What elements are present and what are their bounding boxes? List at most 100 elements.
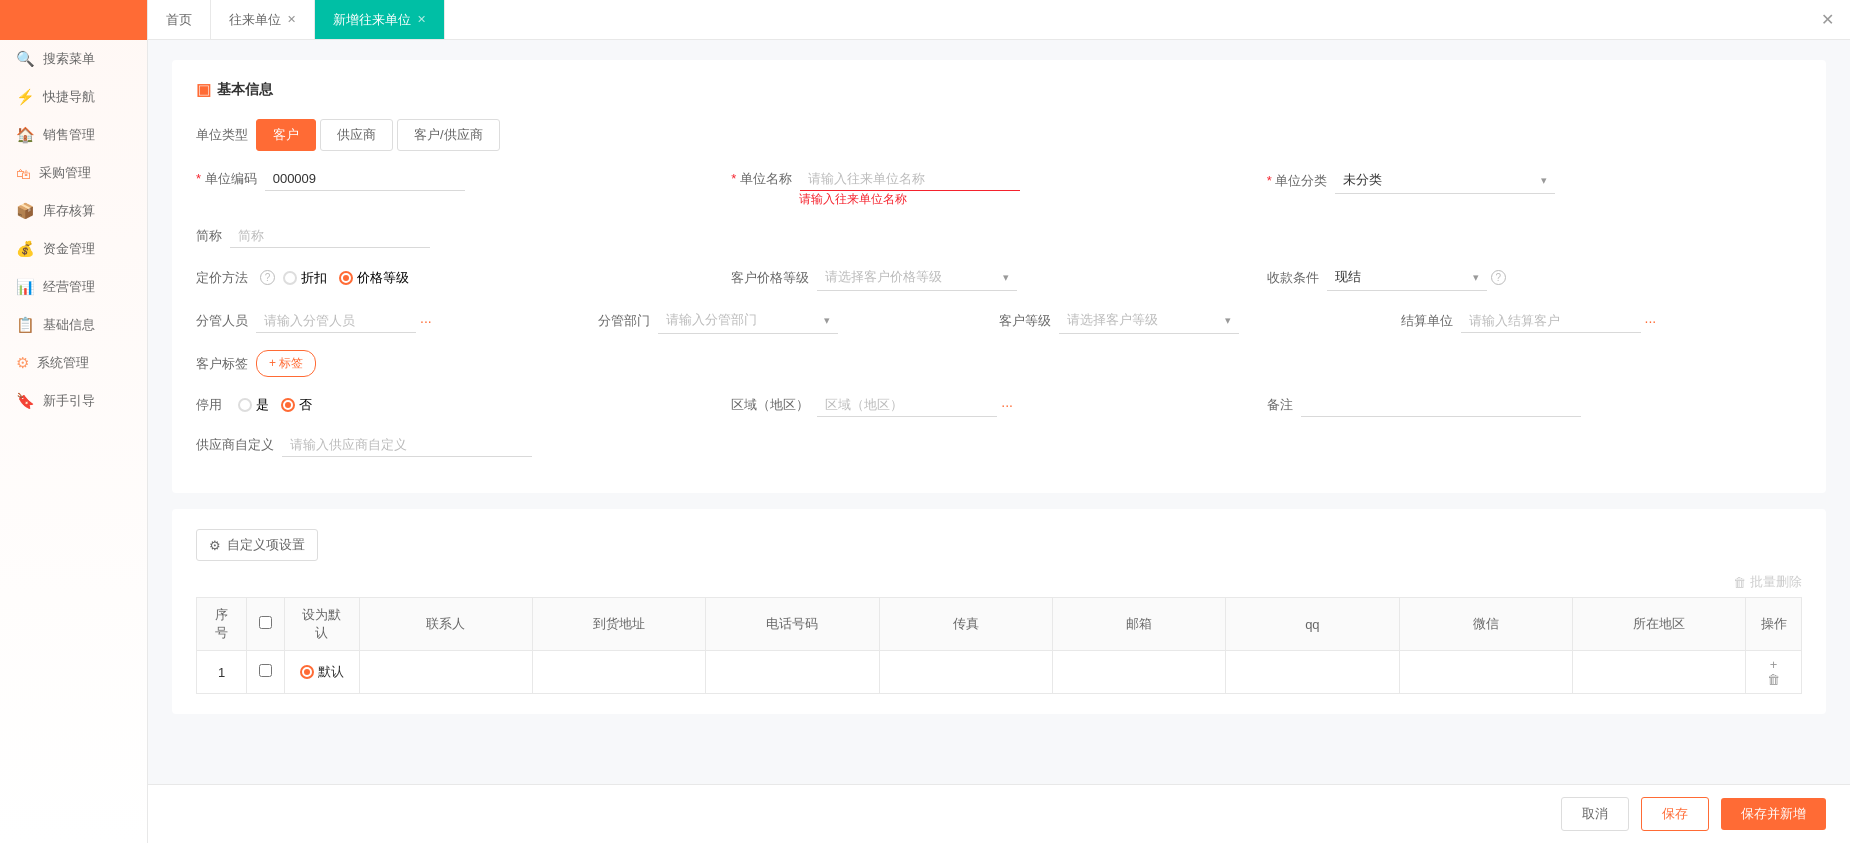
close-window-button[interactable]: ✕ [1805,10,1850,29]
sidebar-item-inventory[interactable]: 📦 库存核算 [0,192,147,230]
row-add-icon[interactable]: + [1770,657,1778,672]
search-icon: 🔍 [16,50,35,68]
table-row: 1 默认 [197,651,1802,694]
department-field: 分管部门 请输入分管部门 ▾ [598,307,1000,334]
department-select[interactable]: 请输入分管部门 ▾ [658,307,838,334]
bag-icon: 🛍 [16,165,31,182]
radio-price-level[interactable]: 价格等级 [339,269,409,287]
close-new-contact-icon[interactable]: ✕ [417,13,426,26]
row-region-input[interactable] [1589,665,1730,680]
main-area: 首页 往来单位 ✕ 新增往来单位 ✕ ✕ ▣ 基本信息 单位类型 客户 [148,0,1850,843]
unit-category-select[interactable]: 未分类 ▾ [1335,167,1555,194]
save-and-new-button[interactable]: 保存并新增 [1721,798,1826,830]
manager-input[interactable] [256,309,416,333]
page-content: ▣ 基本信息 单位类型 客户 供应商 客户/供应商 单位编码 [148,40,1850,784]
manager-more-icon[interactable]: ··· [416,313,436,329]
row-wechat-input[interactable] [1415,665,1556,680]
unit-name-input[interactable] [800,167,1020,191]
row-default-radio [300,665,314,679]
btn-both[interactable]: 客户/供应商 [397,119,500,151]
row-qq-input[interactable] [1242,665,1383,680]
region-more-icon[interactable]: ··· [997,397,1017,413]
disabled-label: 停用 [196,396,222,414]
payment-terms-help-icon[interactable]: ? [1491,270,1506,285]
customer-tag-field: 客户标签 + 标签 [196,350,1802,377]
supplier-custom-label: 供应商自定义 [196,436,274,454]
row-address [532,651,705,694]
close-contacts-icon[interactable]: ✕ [287,13,296,26]
table-select-all[interactable] [259,616,272,629]
row-delete-icon[interactable]: 🗑 [1767,672,1780,687]
settlement-more-icon[interactable]: ··· [1641,313,1661,329]
tab-contacts[interactable]: 往来单位 ✕ [211,0,315,39]
tab-new-contact[interactable]: 新增往来单位 ✕ [315,0,445,39]
sidebar-item-search[interactable]: 🔍 搜索菜单 [0,40,147,78]
home-icon: 🏠 [16,126,35,144]
customer-level-select[interactable]: 请选择客户等级 ▾ [1059,307,1239,334]
supplier-custom-row: 供应商自定义 [196,433,1802,457]
short-name-field: 简称 [196,224,1802,248]
unit-category-field: 单位分类 未分类 ▾ [1267,167,1802,194]
money-icon: 💰 [16,240,35,258]
batch-delete-button[interactable]: 🗑 批量删除 [1733,573,1802,591]
unit-code-input[interactable] [265,167,465,191]
pricing-radio-group: 折扣 价格等级 [283,269,409,287]
sidebar-item-purchase[interactable]: 🛍 采购管理 [0,154,147,192]
radio-yes[interactable]: 是 [238,396,269,414]
tab-home[interactable]: 首页 [148,0,211,39]
add-tag-button[interactable]: + 标签 [256,350,316,377]
payment-arrow-icon: ▾ [1473,271,1479,284]
sidebar-item-starter[interactable]: 🔖 新手引导 [0,382,147,420]
row-address-input[interactable] [549,665,690,680]
col-address: 到货地址 [532,598,705,651]
sidebar-item-quicknav[interactable]: ⚡ 快捷导航 [0,78,147,116]
pricing-method-label: 定价方法 [196,269,248,287]
pricing-help-icon[interactable]: ? [260,270,275,285]
disabled-radio-group: 是 否 [238,396,312,414]
customer-tag-label: 客户标签 [196,355,248,373]
remark-input[interactable] [1301,393,1581,417]
customer-price-level-select[interactable]: 请选择客户价格等级 ▾ [817,264,1017,291]
row-phone-input[interactable] [722,665,863,680]
sidebar-item-system[interactable]: ⚙ 系统管理 [0,344,147,382]
region-input[interactable] [817,393,997,417]
row-wechat [1399,651,1572,694]
radio-yes-circle [238,398,252,412]
settlement-unit-input[interactable] [1461,309,1641,333]
row-email [1052,651,1225,694]
cancel-button[interactable]: 取消 [1561,797,1629,831]
btn-customer[interactable]: 客户 [256,119,316,151]
col-qq: qq [1226,598,1399,651]
custom-settings-button[interactable]: ⚙ 自定义项设置 [196,529,318,561]
short-name-input[interactable] [230,224,430,248]
row-fax [879,651,1052,694]
unit-category-label: 单位分类 [1267,172,1328,190]
payment-terms-select[interactable]: 现结 ▾ [1327,264,1487,291]
settlement-unit-field: 结算单位 ··· [1401,309,1803,333]
sidebar-item-operations[interactable]: 📊 经营管理 [0,268,147,306]
sidebar-item-sales[interactable]: 🏠 销售管理 [0,116,147,154]
customer-level-field: 客户等级 请选择客户等级 ▾ [999,307,1401,334]
col-fax: 传真 [879,598,1052,651]
clipboard-icon: 📋 [16,316,35,334]
col-email: 邮箱 [1052,598,1225,651]
col-default: 设为默认 [285,598,360,651]
row-email-input[interactable] [1069,665,1210,680]
sidebar-item-finance[interactable]: 💰 资金管理 [0,230,147,268]
btn-supplier[interactable]: 供应商 [320,119,393,151]
customer-price-level-label: 客户价格等级 [731,269,809,287]
sidebar-item-basic-info[interactable]: 📋 基础信息 [0,306,147,344]
radio-discount[interactable]: 折扣 [283,269,327,287]
table-section: ⚙ 自定义项设置 🗑 批量删除 序号 设为默认 联系人 到货地址 [172,509,1826,714]
row-fax-input[interactable] [895,665,1036,680]
save-button[interactable]: 保存 [1641,797,1709,831]
short-name-row: 简称 [196,224,1802,248]
batch-delete-icon: 🗑 [1733,575,1746,590]
row-contact-input[interactable] [376,665,517,680]
pricing-method-field: 定价方法 ? 折扣 价格等级 [196,269,731,287]
row-select-checkbox[interactable] [259,664,272,677]
radio-no[interactable]: 否 [281,396,312,414]
supplier-custom-input[interactable] [282,433,532,457]
flash-icon: ⚡ [16,88,35,106]
col-region: 所在地区 [1572,598,1745,651]
